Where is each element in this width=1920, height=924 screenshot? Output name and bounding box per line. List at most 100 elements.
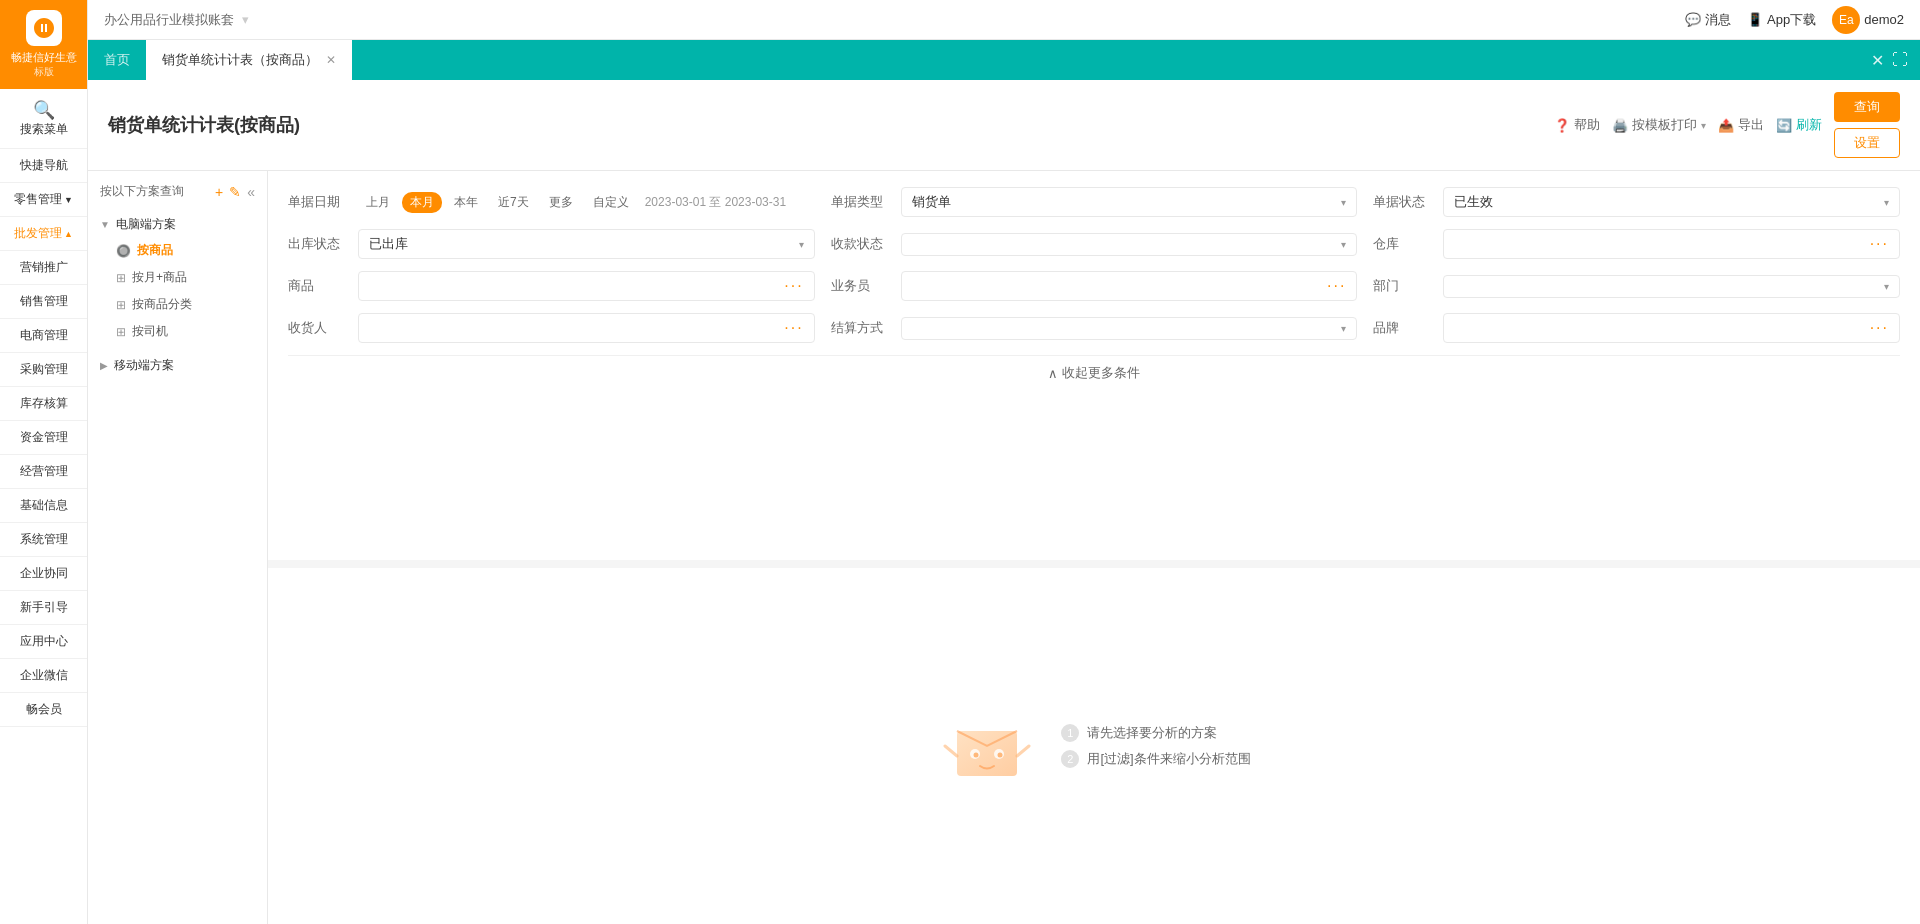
recv-status-control[interactable]: ▾ — [901, 233, 1358, 256]
collapse-more-btn[interactable]: ∧ 收起更多条件 — [1048, 364, 1140, 382]
sidebar-operations[interactable]: 经营管理 — [0, 455, 87, 489]
print-btn[interactable]: 🖨️ 按模板打印 ▾ — [1612, 116, 1706, 134]
receiver-control[interactable]: ··· — [358, 313, 815, 343]
app-center-label: 应用中心 — [20, 633, 68, 650]
staff-label: 业务员 — [831, 277, 901, 295]
sidebar-inventory[interactable]: 库存核算 — [0, 387, 87, 421]
edit-scheme-btn[interactable]: ✎ — [229, 184, 241, 200]
inventory-label: 库存核算 — [20, 395, 68, 412]
filter-item-by-driver[interactable]: ⊞ 按司机 — [88, 318, 267, 345]
sidebar-search[interactable]: 🔍 搜索菜单 — [0, 89, 87, 149]
goods-control[interactable]: ··· — [358, 271, 815, 301]
doc-status-select[interactable]: 已生效 ▾ — [1443, 187, 1900, 217]
brand-control[interactable]: ··· — [1443, 313, 1900, 343]
svg-line-5 — [945, 746, 957, 756]
export-btn[interactable]: 📤 导出 — [1718, 116, 1764, 134]
sidebar-app-center[interactable]: 应用中心 — [0, 625, 87, 659]
sidebar-system[interactable]: 系统管理 — [0, 523, 87, 557]
settings-button[interactable]: 设置 — [1834, 128, 1900, 158]
recv-status-select[interactable]: ▾ — [901, 233, 1358, 256]
filter-item-by-goods[interactable]: 🔘 按商品 — [88, 237, 267, 264]
sidebar-onboarding[interactable]: 新手引导 — [0, 591, 87, 625]
message-btn[interactable]: 💬 消息 — [1685, 11, 1731, 29]
warehouse-label: 仓库 — [1373, 235, 1443, 253]
tab-sales-stat[interactable]: 销货单统计计表（按商品） ✕ — [146, 40, 352, 80]
sidebar-purchase[interactable]: 采购管理 — [0, 353, 87, 387]
pc-group-arrow: ▼ — [100, 219, 110, 230]
add-scheme-btn[interactable]: + — [215, 184, 223, 200]
settle-control[interactable]: ▾ — [901, 317, 1358, 340]
tab-expand-icon[interactable]: ⛶ — [1892, 51, 1908, 69]
tab-close-all-icon[interactable]: ✕ — [1871, 51, 1884, 70]
date-tab-this-year[interactable]: 本年 — [446, 192, 486, 213]
settle-select[interactable]: ▾ — [901, 317, 1358, 340]
top-bar: 办公用品行业模拟账套 ▾ 💬 消息 📱 App下载 Ea demo2 — [88, 0, 1920, 40]
app-logo: 畅捷信好生意 标版 — [0, 0, 88, 89]
refresh-icon: 🔄 — [1776, 118, 1792, 133]
user-profile[interactable]: Ea demo2 — [1832, 6, 1904, 34]
goods-select[interactable]: ··· — [358, 271, 815, 301]
date-tab-more[interactable]: 更多 — [541, 192, 581, 213]
goods-label: 商品 — [288, 277, 358, 295]
filter-group-mobile-header[interactable]: ▶ 移动端方案 — [88, 353, 267, 378]
sidebar-retail[interactable]: 零售管理 ▼ — [0, 183, 87, 217]
svg-line-6 — [1017, 746, 1029, 756]
main-filter: 单据日期 上月 本月 本年 近7天 更多 自定义 20 — [268, 171, 1920, 560]
receiver-select[interactable]: ··· — [358, 313, 815, 343]
date-tab-this-month[interactable]: 本月 — [402, 192, 442, 213]
sidebar-sales-mgmt[interactable]: 销售管理 — [0, 285, 87, 319]
sidebar-member[interactable]: 畅会员 — [0, 693, 87, 727]
dept-select[interactable]: ▾ — [1443, 275, 1900, 298]
sidebar-finance[interactable]: 资金管理 — [0, 421, 87, 455]
sidebar-marketing[interactable]: 营销推广 — [0, 251, 87, 285]
date-tab-custom[interactable]: 自定义 — [585, 192, 637, 213]
grid-icon-2: ⊞ — [116, 298, 126, 312]
message-icon: 💬 — [1685, 12, 1701, 27]
collapse-sidebar-btn[interactable]: « — [247, 184, 255, 200]
sidebar-wechat[interactable]: 企业微信 — [0, 659, 87, 693]
doc-status-control[interactable]: 已生效 ▾ — [1443, 187, 1900, 217]
dept-label: 部门 — [1373, 277, 1443, 295]
page-content: 销货单统计计表(按商品) ❓ 帮助 🖨️ 按模板打印 ▾ 📤 导出 🔄 刷 — [88, 80, 1920, 924]
app-download-icon: 📱 — [1747, 12, 1763, 27]
filter-item-by-driver-label: 按司机 — [132, 323, 168, 340]
sidebar-basic-info[interactable]: 基础信息 — [0, 489, 87, 523]
staff-control[interactable]: ··· — [901, 271, 1358, 301]
top-bar-right: 💬 消息 📱 App下载 Ea demo2 — [1685, 6, 1904, 34]
filter-item-by-month-goods[interactable]: ⊞ 按月+商品 — [88, 264, 267, 291]
filter-group-pc-header[interactable]: ▼ 电脑端方案 — [88, 212, 267, 237]
staff-select[interactable]: ··· — [901, 271, 1358, 301]
out-status-control[interactable]: 已出库 ▾ — [358, 229, 815, 259]
out-status-select[interactable]: 已出库 ▾ — [358, 229, 815, 259]
tip-num-2: 2 — [1061, 750, 1079, 768]
filter-item-by-category[interactable]: ⊞ 按商品分类 — [88, 291, 267, 318]
doc-status-label: 单据状态 — [1373, 193, 1443, 211]
date-tab-last-month[interactable]: 上月 — [358, 192, 398, 213]
query-button[interactable]: 查询 — [1834, 92, 1900, 122]
refresh-btn[interactable]: 🔄 刷新 — [1776, 116, 1822, 134]
sidebar-enterprise[interactable]: 企业协同 — [0, 557, 87, 591]
goods-dots: ··· — [784, 277, 803, 295]
brand-select[interactable]: ··· — [1443, 313, 1900, 343]
sidebar-wholesale[interactable]: 批发管理 ▲ — [0, 217, 87, 251]
tab-home-label: 首页 — [104, 51, 130, 69]
sidebar-quick-nav[interactable]: 快捷导航 — [0, 149, 87, 183]
warehouse-control[interactable]: ··· — [1443, 229, 1900, 259]
date-tab-7days[interactable]: 近7天 — [490, 192, 537, 213]
help-btn[interactable]: ❓ 帮助 — [1554, 116, 1600, 134]
filter-item-by-month-goods-label: 按月+商品 — [132, 269, 187, 286]
filter-col-receiver: 收货人 ··· — [288, 313, 815, 343]
content-body: 按以下方案查询 + ✎ « ▼ 电脑端方案 🔘 按商品 — [88, 171, 1920, 924]
receiver-dots: ··· — [784, 319, 803, 337]
app-download-btn[interactable]: 📱 App下载 — [1747, 11, 1816, 29]
sidebar-ecommerce[interactable]: 电商管理 — [0, 319, 87, 353]
warehouse-select[interactable]: ··· — [1443, 229, 1900, 259]
wholesale-arrow: ▲ — [64, 229, 73, 239]
filter-sidebar: 按以下方案查询 + ✎ « ▼ 电脑端方案 🔘 按商品 — [88, 171, 268, 924]
doc-type-control[interactable]: 销货单 ▾ — [901, 187, 1358, 217]
doc-type-select[interactable]: 销货单 ▾ — [901, 187, 1358, 217]
tab-home[interactable]: 首页 — [88, 40, 146, 80]
onboarding-label: 新手引导 — [20, 599, 68, 616]
dept-control[interactable]: ▾ — [1443, 275, 1900, 298]
tab-close-icon[interactable]: ✕ — [326, 53, 336, 67]
